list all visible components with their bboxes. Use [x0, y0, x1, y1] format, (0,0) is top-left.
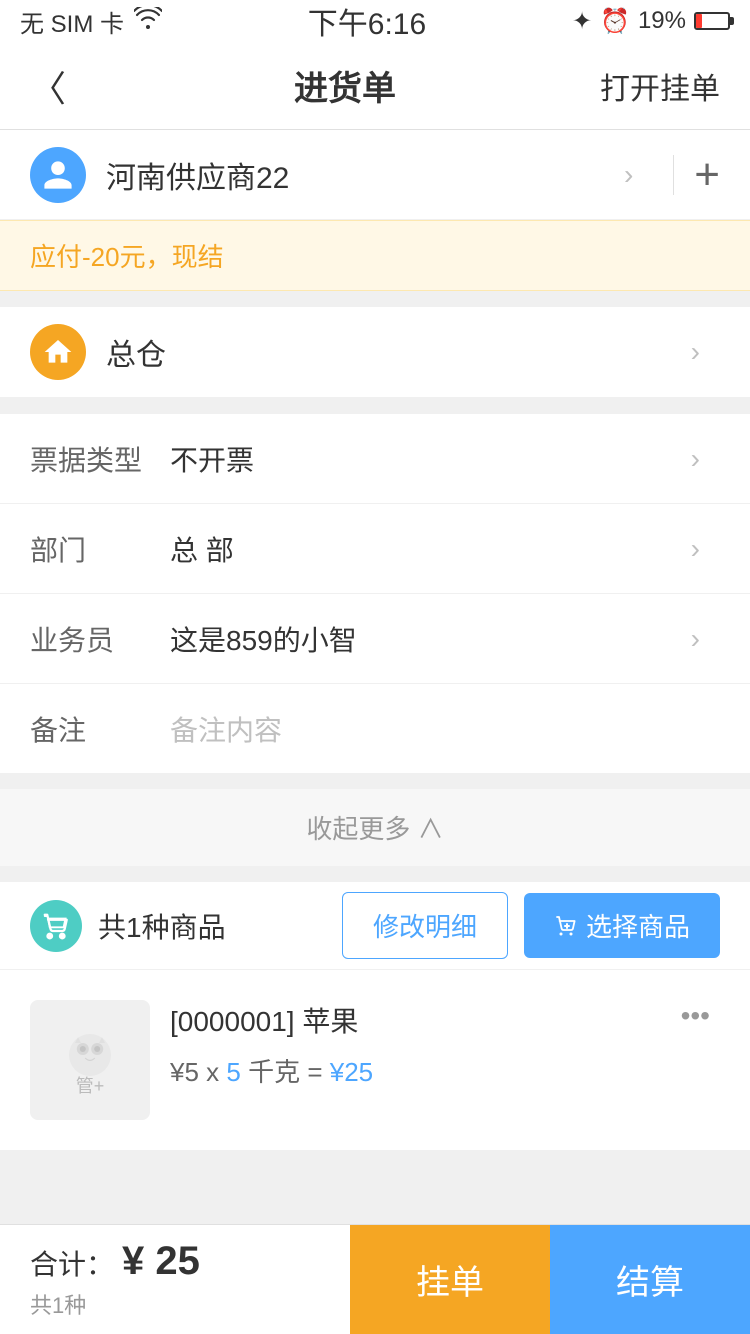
- checkout-button[interactable]: 结算: [550, 1225, 750, 1334]
- product-item: 管+ [0000001] 苹果 ¥5 x 5 千克 = ¥25: [0, 970, 750, 1150]
- alarm-icon: ⏰: [600, 7, 630, 36]
- open-pending-button[interactable]: 打开挂单: [600, 64, 720, 108]
- total-sub: 共1种: [30, 1288, 320, 1320]
- product-thumbnail: 管+: [30, 1000, 150, 1120]
- checkout-label: 结算: [616, 1255, 684, 1304]
- invoice-type-value: 不开票: [150, 439, 691, 479]
- status-time: 下午6:16: [308, 0, 426, 43]
- salesman-row[interactable]: 业务员 这是859的小智 ›: [0, 593, 750, 683]
- remark-row[interactable]: 备注 备注内容: [0, 683, 750, 773]
- battery-icon: [694, 12, 730, 30]
- hang-label: 挂单: [416, 1255, 484, 1304]
- add-supplier-button[interactable]: +: [694, 150, 720, 200]
- wifi-icon: [134, 7, 162, 36]
- product-price: ¥5: [170, 1057, 199, 1087]
- collapse-row[interactable]: 收起更多 ∧: [0, 789, 750, 866]
- salesman-value: 这是859的小智: [150, 619, 691, 659]
- product-title: 苹果: [302, 1006, 358, 1037]
- carrier-text: 无 SIM 卡: [20, 4, 124, 39]
- product-info: [0000001] 苹果 ¥5 x 5 千克 = ¥25: [170, 1000, 671, 1089]
- invoice-type-chevron-icon: ›: [691, 443, 700, 475]
- product-formula: ¥5 x 5 千克 = ¥25: [170, 1052, 671, 1089]
- hang-button[interactable]: 挂单: [350, 1225, 550, 1334]
- product-thumb-placeholder: 管+: [60, 1022, 120, 1098]
- product-count: 共1种商品: [98, 906, 342, 946]
- status-bar-right: ✦ ⏰ 19%: [572, 7, 730, 36]
- nav-bar: 〈 进货单 打开挂单: [0, 42, 750, 130]
- select-product-button[interactable]: 选择商品: [524, 893, 720, 958]
- product-section: 共1种商品 修改明细 选择商品: [0, 882, 750, 1150]
- remark-label: 备注: [30, 709, 150, 749]
- collapse-label: 收起更多 ∧: [306, 809, 443, 846]
- product-more-button[interactable]: •••: [671, 1000, 720, 1032]
- owl-icon: [60, 1022, 120, 1082]
- select-product-label: 选择商品: [586, 907, 690, 944]
- product-quantity: 5: [226, 1057, 240, 1087]
- total-text: 合计：: [30, 1243, 114, 1283]
- salesman-label: 业务员: [30, 619, 150, 659]
- supplier-avatar: [30, 147, 86, 203]
- bottom-bar: 合计： ¥ 25 共1种 挂单 结算: [0, 1224, 750, 1334]
- supplier-name: 河南供应商22: [106, 153, 624, 197]
- warehouse-chevron-icon: ›: [691, 336, 700, 368]
- back-button[interactable]: 〈: [30, 60, 90, 112]
- divider: [673, 155, 674, 195]
- total-amount: ¥ 25: [122, 1239, 200, 1284]
- product-unit: 千克: [248, 1057, 300, 1087]
- invoice-type-row[interactable]: 票据类型 不开票 ›: [0, 413, 750, 503]
- warehouse-icon: [30, 324, 86, 380]
- main-content: 河南供应商22 › + 应付-20元，现结 总仓 › 票据类型 不开票 › 部门…: [0, 130, 750, 1276]
- status-bar: 无 SIM 卡 下午6:16 ✦ ⏰ 19%: [0, 0, 750, 42]
- person-icon: [41, 158, 75, 192]
- salesman-chevron-icon: ›: [691, 623, 700, 655]
- supplier-chevron-icon: ›: [624, 159, 633, 191]
- supplier-notice: 应付-20元，现结: [0, 220, 750, 291]
- department-row[interactable]: 部门 总 部 ›: [0, 503, 750, 593]
- status-bar-left: 无 SIM 卡: [20, 4, 162, 39]
- page-title: 进货单: [294, 61, 396, 110]
- product-header: 共1种商品 修改明细 选择商品: [0, 882, 750, 970]
- location-icon: ✦: [572, 7, 592, 36]
- department-label: 部门: [30, 529, 150, 569]
- supplier-row[interactable]: 河南供应商22 › +: [0, 130, 750, 220]
- department-chevron-icon: ›: [691, 533, 700, 565]
- formula-multiply: x: [206, 1057, 226, 1087]
- product-total: ¥25: [330, 1057, 373, 1087]
- total-area: 合计： ¥ 25 共1种: [0, 1225, 350, 1334]
- invoice-type-label: 票据类型: [30, 439, 150, 479]
- form-card: 票据类型 不开票 › 部门 总 部 › 业务员 这是859的小智 › 备注 备注…: [0, 413, 750, 773]
- warehouse-card: 总仓 ›: [0, 307, 750, 397]
- product-id: [0000001]: [170, 1006, 295, 1037]
- edit-detail-button[interactable]: 修改明细: [342, 892, 508, 959]
- formula-equals: =: [307, 1057, 329, 1087]
- battery-percent: 19%: [638, 7, 686, 35]
- product-name: [0000001] 苹果: [170, 1000, 671, 1040]
- department-value: 总 部: [150, 529, 691, 569]
- remark-placeholder: 备注内容: [150, 709, 720, 749]
- warehouse-name: 总仓: [106, 330, 691, 374]
- product-cart-icon: [30, 900, 82, 952]
- warehouse-row[interactable]: 总仓 ›: [0, 307, 750, 397]
- supplier-card: 河南供应商22 › + 应付-20元，现结: [0, 130, 750, 291]
- total-label: 合计： ¥ 25: [30, 1239, 320, 1284]
- cart-add-icon: [554, 914, 578, 938]
